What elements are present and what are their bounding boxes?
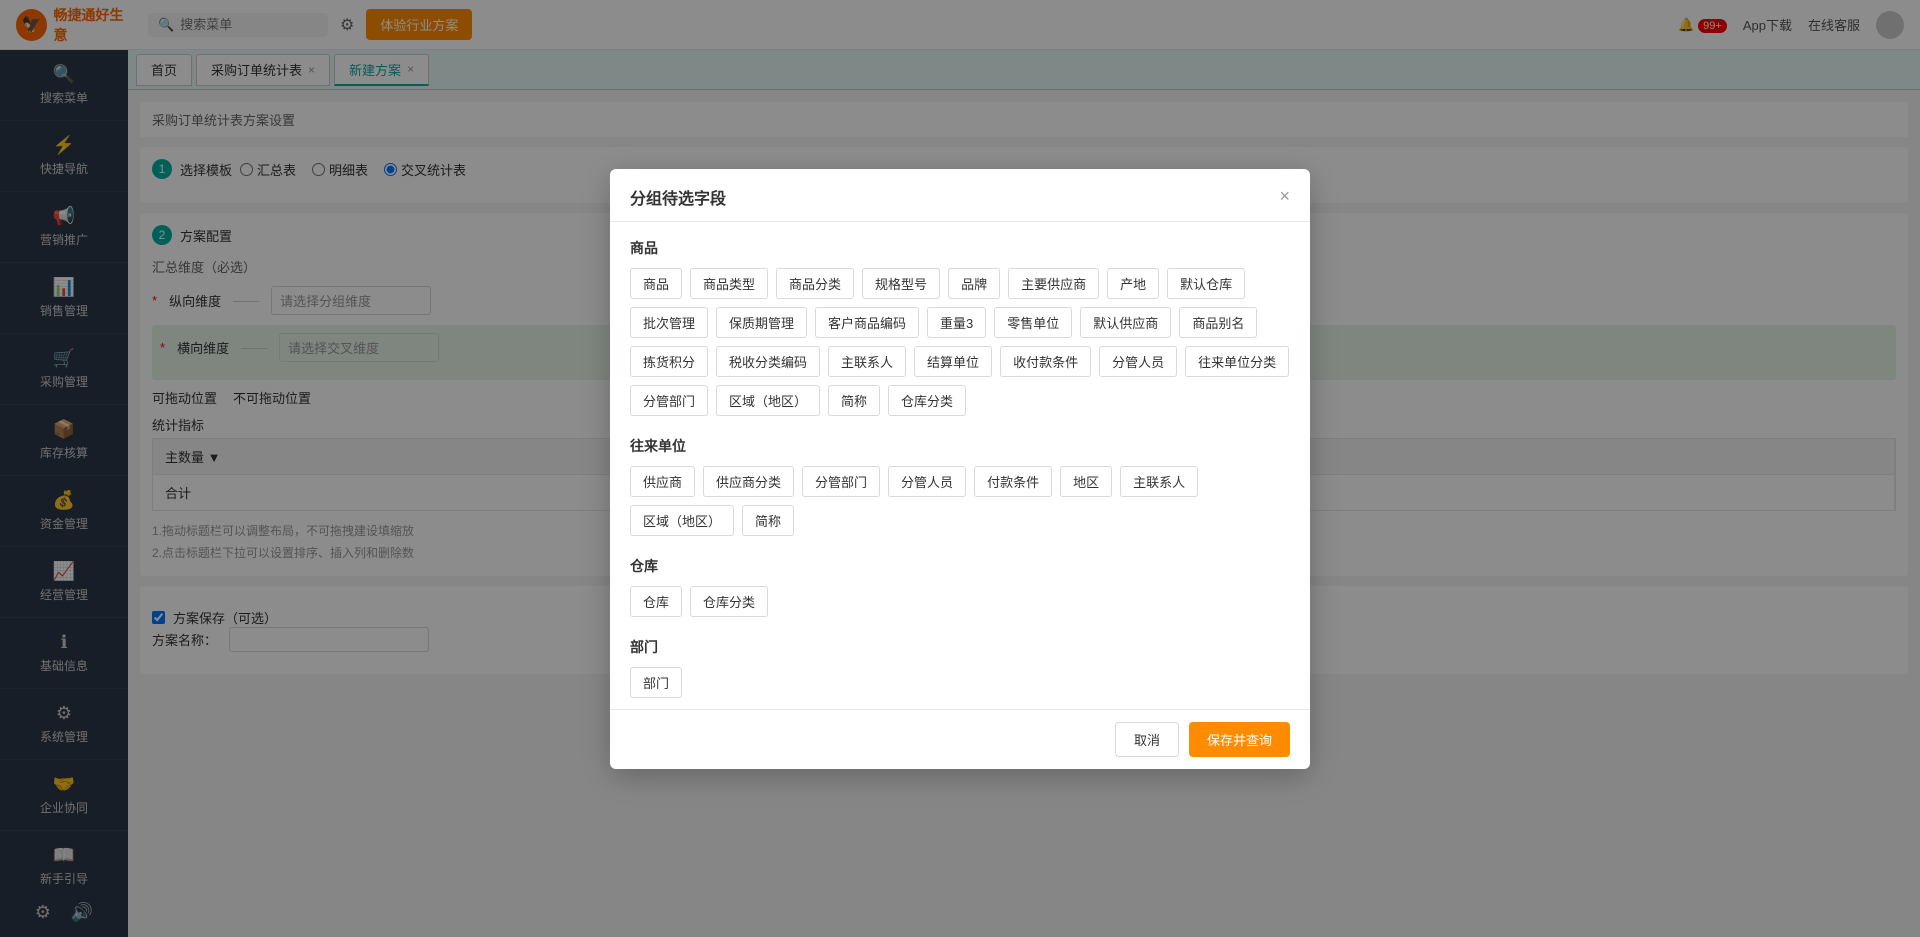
dept-field-grid: 部门 — [630, 667, 1290, 698]
field-shelf-life[interactable]: 保质期管理 — [716, 307, 807, 338]
field-short-name[interactable]: 简称 — [828, 385, 880, 416]
field-region[interactable]: 区域（地区） — [716, 385, 820, 416]
field-batch-mgmt[interactable]: 批次管理 — [630, 307, 708, 338]
field-from-unit-cat[interactable]: 往来单位分类 — [1185, 346, 1289, 377]
modal-footer: 取消 保存并查询 — [610, 709, 1310, 769]
field-brand[interactable]: 品牌 — [948, 268, 1000, 299]
field-settlement-unit[interactable]: 结算单位 — [914, 346, 992, 377]
field-default-supplier[interactable]: 默认供应商 — [1080, 307, 1171, 338]
field-customer-code[interactable]: 客户商品编码 — [815, 307, 919, 338]
field-region2[interactable]: 区域（地区） — [630, 505, 734, 536]
warehouse-field-grid: 仓库 仓库分类 — [630, 586, 1290, 617]
field-short-name2[interactable]: 简称 — [742, 505, 794, 536]
field-mgmt-staff[interactable]: 分管人员 — [888, 466, 966, 497]
field-default-warehouse[interactable]: 默认仓库 — [1167, 268, 1245, 299]
field-supplier[interactable]: 供应商 — [630, 466, 695, 497]
field-weight3[interactable]: 重量3 — [927, 307, 986, 338]
field-goods-type[interactable]: 商品类型 — [690, 268, 768, 299]
section-warehouse: 仓库 仓库 仓库分类 — [630, 556, 1290, 617]
field-origin[interactable]: 产地 — [1107, 268, 1159, 299]
modal: 分组待选字段 × 商品 商品 商品类型 商品分类 规格型号 品牌 主要供应商 产… — [610, 169, 1310, 769]
field-supervision-dept[interactable]: 分管部门 — [630, 385, 708, 416]
field-retail-unit[interactable]: 零售单位 — [994, 307, 1072, 338]
field-main-supplier[interactable]: 主要供应商 — [1008, 268, 1099, 299]
modal-save-btn[interactable]: 保存并查询 — [1189, 722, 1290, 757]
field-pickup-points[interactable]: 拣货积分 — [630, 346, 708, 377]
field-mgmt-dept[interactable]: 分管部门 — [802, 466, 880, 497]
field-tax-code[interactable]: 税收分类编码 — [716, 346, 820, 377]
section-partner: 往来单位 供应商 供应商分类 分管部门 分管人员 付款条件 地区 主联系人 区域… — [630, 436, 1290, 536]
field-main-contact2[interactable]: 主联系人 — [1120, 466, 1198, 497]
section-partner-title: 往来单位 — [630, 436, 1290, 456]
field-payment-condition[interactable]: 付款条件 — [974, 466, 1052, 497]
partner-field-grid: 供应商 供应商分类 分管部门 分管人员 付款条件 地区 主联系人 区域（地区） … — [630, 466, 1290, 536]
field-goods-category[interactable]: 商品分类 — [776, 268, 854, 299]
field-area[interactable]: 地区 — [1060, 466, 1112, 497]
field-main-contact[interactable]: 主联系人 — [828, 346, 906, 377]
section-warehouse-title: 仓库 — [630, 556, 1290, 576]
field-supervisor[interactable]: 分管人员 — [1099, 346, 1177, 377]
modal-cancel-btn[interactable]: 取消 — [1115, 722, 1179, 757]
field-warehouse-cat[interactable]: 仓库分类 — [888, 385, 966, 416]
goods-field-grid: 商品 商品类型 商品分类 规格型号 品牌 主要供应商 产地 默认仓库 批次管理 … — [630, 268, 1290, 416]
field-warehouse-type[interactable]: 仓库分类 — [690, 586, 768, 617]
field-payment-terms[interactable]: 收付款条件 — [1000, 346, 1091, 377]
section-goods: 商品 商品 商品类型 商品分类 规格型号 品牌 主要供应商 产地 默认仓库 批次… — [630, 238, 1290, 416]
section-goods-title: 商品 — [630, 238, 1290, 258]
modal-title: 分组待选字段 — [630, 185, 726, 209]
field-supplier-category[interactable]: 供应商分类 — [703, 466, 794, 497]
field-dept[interactable]: 部门 — [630, 667, 682, 698]
section-department: 部门 部门 — [630, 637, 1290, 698]
modal-header: 分组待选字段 × — [610, 169, 1310, 222]
field-spec-type[interactable]: 规格型号 — [862, 268, 940, 299]
modal-close-btn[interactable]: × — [1279, 186, 1290, 207]
modal-body: 商品 商品 商品类型 商品分类 规格型号 品牌 主要供应商 产地 默认仓库 批次… — [610, 222, 1310, 709]
field-warehouse[interactable]: 仓库 — [630, 586, 682, 617]
section-dept-title: 部门 — [630, 637, 1290, 657]
field-goods-name[interactable]: 商品 — [630, 268, 682, 299]
field-goods-alias[interactable]: 商品别名 — [1179, 307, 1257, 338]
